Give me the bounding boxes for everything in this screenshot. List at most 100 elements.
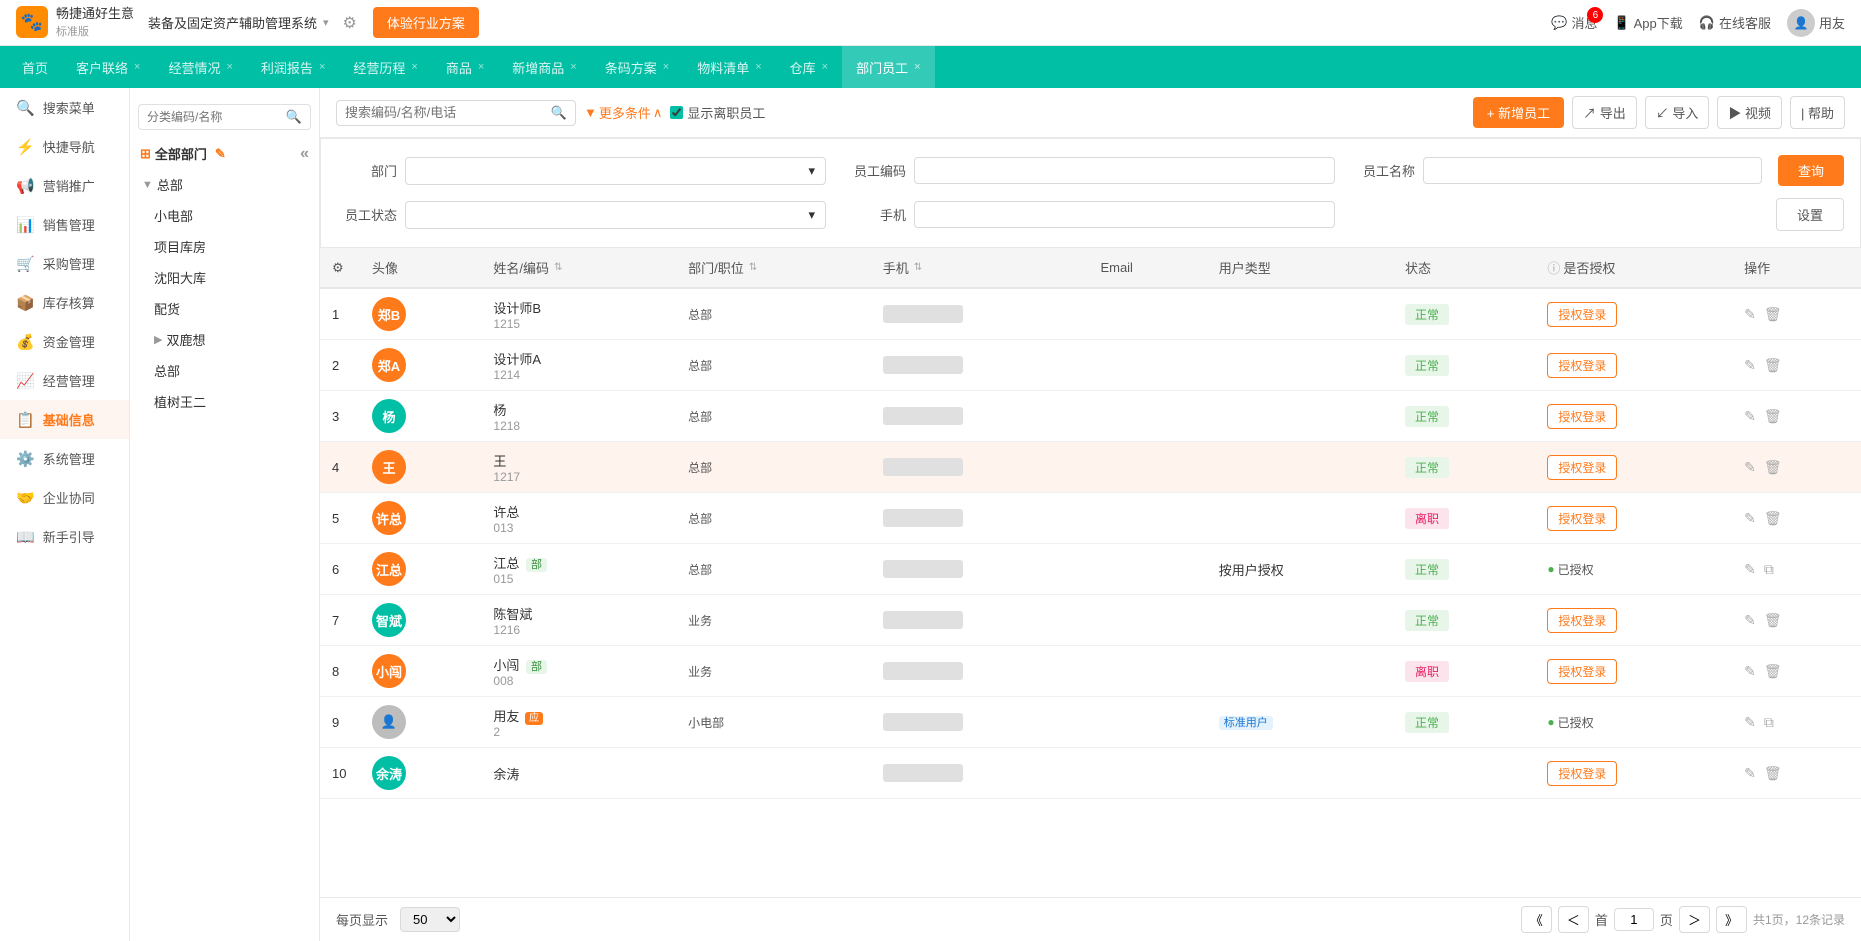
search-input[interactable] bbox=[345, 105, 551, 120]
auth-button[interactable]: 授权登录 bbox=[1547, 404, 1617, 429]
app-download-button[interactable]: 📱 App下载 bbox=[1613, 13, 1682, 32]
sidebar-item-search[interactable]: 🔍 搜索菜单 bbox=[0, 88, 129, 127]
prev-page-button[interactable]: ＜ bbox=[1558, 906, 1589, 933]
delete-icon[interactable]: 🗑 bbox=[1764, 510, 1782, 527]
tree-node-shenyang[interactable]: 沈阳大库 bbox=[130, 262, 319, 293]
tree-search-box[interactable]: 🔍 bbox=[138, 104, 311, 130]
messages-button[interactable]: 💬 消息 6 bbox=[1551, 13, 1597, 32]
close-icon[interactable]: × bbox=[411, 61, 417, 73]
next-page-button[interactable]: ＞ bbox=[1679, 906, 1710, 933]
reset-button[interactable]: 设置 bbox=[1776, 198, 1844, 231]
last-page-button[interactable]: 》 bbox=[1716, 906, 1747, 933]
auth-button[interactable]: 授权登录 bbox=[1547, 302, 1617, 327]
edit-icon[interactable]: ✎ bbox=[215, 146, 226, 162]
auth-button[interactable]: 授权登录 bbox=[1547, 353, 1617, 378]
sidebar-item-marketing[interactable]: 📢 营销推广 bbox=[0, 166, 129, 205]
auth-button[interactable]: 授权登录 bbox=[1547, 659, 1617, 684]
th-settings[interactable]: ⚙ bbox=[320, 248, 360, 288]
sidebar-item-business[interactable]: 📈 经营管理 bbox=[0, 361, 129, 400]
add-employee-button[interactable]: + 新增员工 bbox=[1473, 97, 1564, 128]
tab-bom[interactable]: 物料清单 × bbox=[683, 46, 775, 88]
sidebar-item-basic[interactable]: 📋 基础信息 bbox=[0, 400, 129, 439]
trial-button[interactable]: 体验行业方案 bbox=[373, 7, 479, 38]
sidebar-item-guide[interactable]: 📖 新手引导 bbox=[0, 517, 129, 556]
sidebar-item-collab[interactable]: 🤝 企业协同 bbox=[0, 478, 129, 517]
sidebar-item-purchase[interactable]: 🛒 采购管理 bbox=[0, 244, 129, 283]
edit-icon[interactable]: ✎ bbox=[1744, 714, 1756, 731]
close-icon[interactable]: × bbox=[822, 61, 828, 73]
tab-warehouse[interactable]: 仓库 × bbox=[776, 46, 842, 88]
tree-node-shuanglu[interactable]: ▶ 双鹿想 bbox=[130, 324, 319, 355]
tree-search-input[interactable] bbox=[147, 110, 286, 124]
help-button[interactable]: | 帮助 bbox=[1790, 96, 1845, 129]
edit-icon[interactable]: ✎ bbox=[1744, 612, 1756, 629]
edit-icon[interactable]: ✎ bbox=[1744, 357, 1756, 374]
sidebar-item-finance[interactable]: 💰 资金管理 bbox=[0, 322, 129, 361]
tab-barcode[interactable]: 条码方案 × bbox=[591, 46, 683, 88]
delete-icon[interactable]: 🗑 bbox=[1764, 357, 1782, 374]
tab-history[interactable]: 经营历程 × bbox=[339, 46, 431, 88]
edit-icon[interactable]: ✎ bbox=[1744, 510, 1756, 527]
delete-icon[interactable]: 🗑 bbox=[1764, 459, 1782, 476]
edit-icon[interactable]: ✎ bbox=[1744, 459, 1756, 476]
tree-node-dispatch[interactable]: 配货 bbox=[130, 293, 319, 324]
export-button[interactable]: ↗ 导出 bbox=[1572, 96, 1637, 129]
sidebar-item-quicknav[interactable]: ⚡ 快捷导航 bbox=[0, 127, 129, 166]
auth-button[interactable]: 授权登录 bbox=[1547, 761, 1617, 786]
first-page-button[interactable]: 《 bbox=[1521, 906, 1552, 933]
show-resigned-checkbox[interactable] bbox=[670, 106, 683, 119]
more-condition-button[interactable]: ▼ 更多条件 ∧ bbox=[584, 103, 662, 122]
tab-home[interactable]: 首页 bbox=[8, 46, 62, 88]
edit-icon[interactable]: ✎ bbox=[1744, 561, 1756, 578]
edit-icon[interactable]: ✎ bbox=[1744, 765, 1756, 782]
sidebar-item-system[interactable]: ⚙️ 系统管理 bbox=[0, 439, 129, 478]
tree-node-hq[interactable]: 总部 bbox=[130, 355, 319, 386]
user-menu[interactable]: 👤 用友 bbox=[1787, 9, 1845, 37]
phone-input[interactable] bbox=[914, 201, 1335, 228]
tree-node-project[interactable]: 项目库房 bbox=[130, 231, 319, 262]
dept-select[interactable]: ▾ bbox=[405, 157, 826, 185]
collapse-icon[interactable]: « bbox=[300, 145, 309, 163]
copy-icon[interactable]: ⧉ bbox=[1764, 714, 1774, 731]
tree-node-zhishu[interactable]: 植树王二 bbox=[130, 386, 319, 417]
edit-icon[interactable]: ✎ bbox=[1744, 408, 1756, 425]
settings-icon[interactable]: ⚙ bbox=[343, 13, 357, 33]
tab-department[interactable]: 部门员工 × bbox=[842, 46, 934, 88]
th-phone[interactable]: 手机 ⇅ bbox=[871, 248, 1089, 288]
page-size-select[interactable]: 50 100 bbox=[400, 907, 460, 932]
sidebar-item-inventory[interactable]: 📦 库存核算 bbox=[0, 283, 129, 322]
emp-name-input[interactable] bbox=[1423, 157, 1762, 184]
current-page-input[interactable] bbox=[1614, 908, 1654, 931]
import-button[interactable]: ↙ 导入 bbox=[1645, 96, 1710, 129]
close-icon[interactable]: × bbox=[755, 61, 761, 73]
close-icon[interactable]: × bbox=[663, 61, 669, 73]
close-icon[interactable]: × bbox=[914, 61, 920, 73]
delete-icon[interactable]: 🗑 bbox=[1764, 663, 1782, 680]
system-title-dropdown[interactable]: ▾ bbox=[323, 16, 329, 29]
search-input-wrap[interactable]: 🔍 bbox=[336, 100, 576, 126]
delete-icon[interactable]: 🗑 bbox=[1764, 408, 1782, 425]
copy-icon[interactable]: ⧉ bbox=[1764, 561, 1774, 578]
close-icon[interactable]: × bbox=[478, 61, 484, 73]
edit-icon[interactable]: ✎ bbox=[1744, 306, 1756, 323]
tab-operation[interactable]: 经营情况 × bbox=[154, 46, 246, 88]
sidebar-item-sales[interactable]: 📊 销售管理 bbox=[0, 205, 129, 244]
emp-status-select[interactable]: ▾ bbox=[405, 201, 826, 229]
close-icon[interactable]: × bbox=[319, 61, 325, 73]
auth-button[interactable]: 授权登录 bbox=[1547, 455, 1617, 480]
tab-profit[interactable]: 利润报告 × bbox=[247, 46, 339, 88]
show-resigned-toggle[interactable]: 显示离职员工 bbox=[670, 103, 765, 122]
tree-node-headquarters-parent[interactable]: ▼ 总部 bbox=[130, 169, 319, 200]
tab-goods[interactable]: 商品 × bbox=[432, 46, 498, 88]
delete-icon[interactable]: 🗑 bbox=[1764, 612, 1782, 629]
edit-icon[interactable]: ✎ bbox=[1744, 663, 1756, 680]
query-button[interactable]: 查询 bbox=[1778, 155, 1844, 186]
emp-code-input[interactable] bbox=[914, 157, 1335, 184]
auth-button[interactable]: 授权登录 bbox=[1547, 608, 1617, 633]
th-dept[interactable]: 部门/职位 ⇅ bbox=[676, 248, 871, 288]
video-button[interactable]: ▶ 视频 bbox=[1717, 96, 1782, 129]
tree-node-small-elec[interactable]: 小电部 bbox=[130, 200, 319, 231]
close-icon[interactable]: × bbox=[134, 61, 140, 73]
close-icon[interactable]: × bbox=[570, 61, 576, 73]
delete-icon[interactable]: 🗑 bbox=[1764, 765, 1782, 782]
